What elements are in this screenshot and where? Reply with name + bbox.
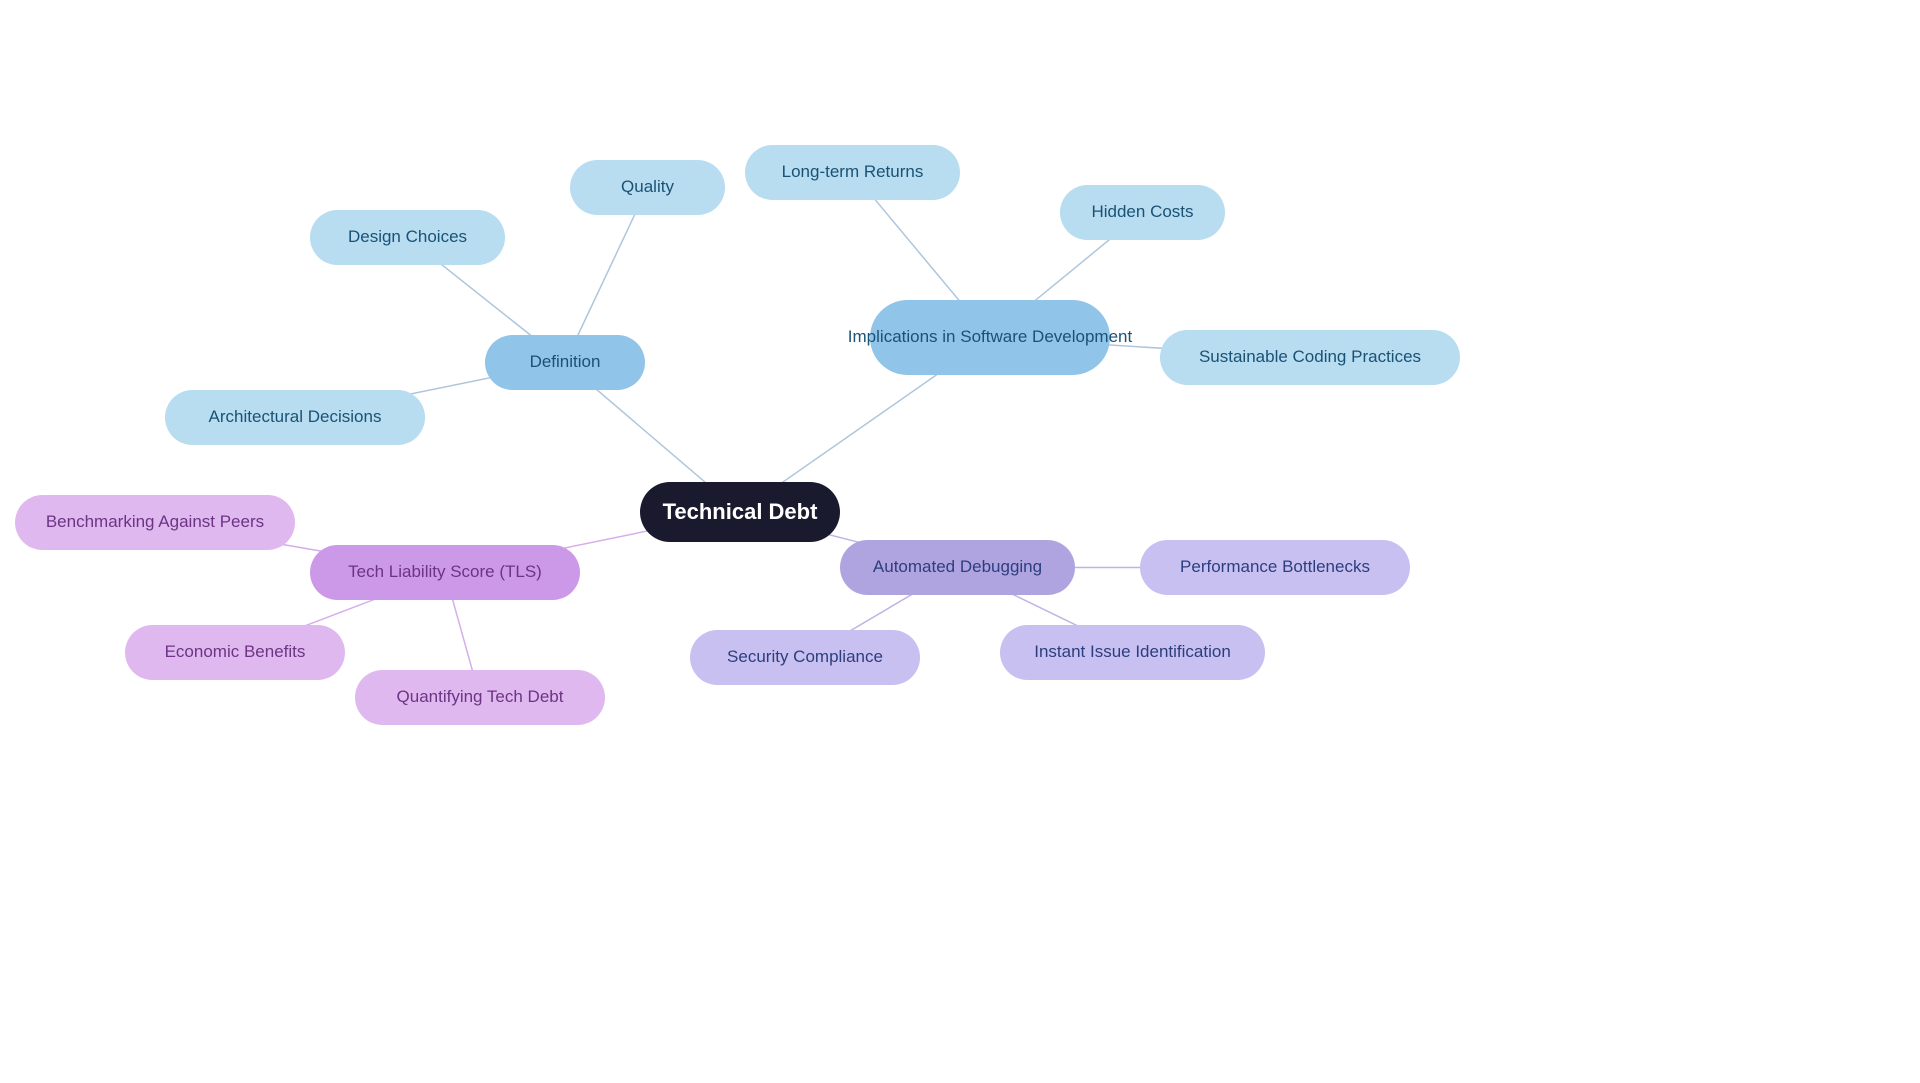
node-hidden-costs: Hidden Costs: [1060, 185, 1225, 240]
node-sustainable-coding: Sustainable Coding Practices: [1160, 330, 1460, 385]
node-long-term-returns: Long-term Returns: [745, 145, 960, 200]
node-definition: Definition: [485, 335, 645, 390]
node-quality: Quality: [570, 160, 725, 215]
node-performance-bottlenecks: Performance Bottlenecks: [1140, 540, 1410, 595]
node-benchmarking: Benchmarking Against Peers: [15, 495, 295, 550]
node-security-compliance: Security Compliance: [690, 630, 920, 685]
node-design-choices: Design Choices: [310, 210, 505, 265]
node-instant-issue: Instant Issue Identification: [1000, 625, 1265, 680]
node-architectural-decisions: Architectural Decisions: [165, 390, 425, 445]
node-tls: Tech Liability Score (TLS): [310, 545, 580, 600]
node-economic-benefits: Economic Benefits: [125, 625, 345, 680]
node-implications: Implications in Software Development: [870, 300, 1110, 375]
center-node: Technical Debt: [640, 482, 840, 542]
node-quantifying-tech-debt: Quantifying Tech Debt: [355, 670, 605, 725]
node-automated-debugging: Automated Debugging: [840, 540, 1075, 595]
